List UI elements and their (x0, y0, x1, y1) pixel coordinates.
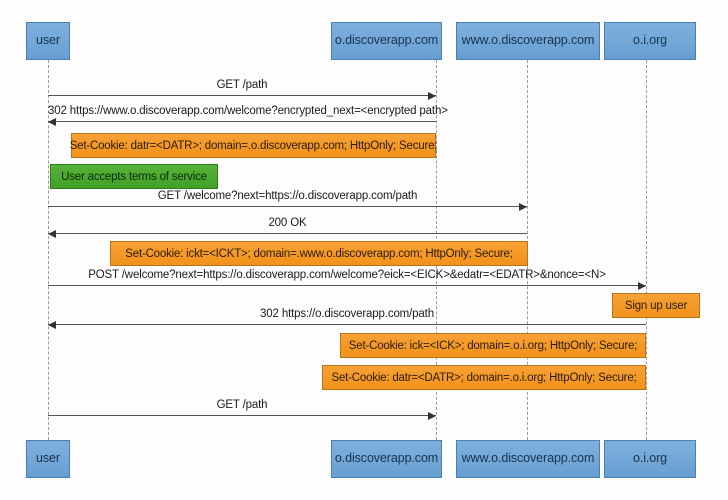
sequence-diagram-canvas: user o.discoverapp.com www.o.discoverapp.c… (0, 0, 728, 500)
note-n2[interactable]: User accepts terms of service (50, 164, 218, 189)
arrowhead-m7 (428, 411, 436, 420)
actor-label: user (36, 451, 60, 466)
message-label-m7: GET /path (216, 399, 268, 411)
note-n4[interactable]: Sign up user (612, 293, 700, 318)
message-label-m2: 302 https://www.o.discoverapp.com/welcom… (48, 105, 448, 117)
note-label: Set-Cookie: ickt=<ICKT>; domain=.www.o.d… (125, 247, 513, 260)
actor-box-top-user[interactable]: user (26, 22, 70, 60)
note-n5[interactable]: Set-Cookie: ick=<ICK>; domain=.o.i.org; … (340, 333, 646, 358)
actor-box-top-odis[interactable]: o.discoverapp.com (331, 22, 442, 60)
actor-label: o.i.org (632, 33, 668, 48)
note-label: Set-Cookie: datr=<DATR>; domain=.o.disco… (69, 139, 438, 152)
message-label-m4: 200 OK (268, 217, 307, 229)
note-n6[interactable]: Set-Cookie: datr=<DATR>; domain=.o.i.org… (322, 365, 646, 390)
message-line-m4 (48, 233, 527, 234)
actor-label: www.o.discoverapp.com (461, 33, 595, 48)
actor-label: o.i.org (632, 451, 668, 466)
message-label-m5: POST /welcome?next=https://o.discoverapp… (88, 269, 606, 281)
actor-box-bottom-odis[interactable]: o.discoverapp.com (331, 440, 442, 478)
arrowhead-m4 (48, 229, 56, 238)
message-label-m1: GET /path (216, 79, 268, 91)
actor-box-bottom-wwwdis[interactable]: www.o.discoverapp.com (456, 440, 600, 478)
message-label-m6: 302 https://o.discoverapp.com/path (260, 308, 434, 320)
actor-label: user (36, 33, 60, 48)
arrowhead-m3 (519, 202, 527, 211)
message-line-m3 (48, 206, 527, 207)
arrowhead-m2 (48, 117, 56, 126)
note-label: Set-Cookie: ick=<ICK>; domain=.o.i.org; … (348, 339, 638, 352)
actor-box-bottom-oiorg[interactable]: o.i.org (604, 440, 696, 478)
actor-box-top-wwwdis[interactable]: www.o.discoverapp.com (456, 22, 600, 60)
actor-box-top-oiorg[interactable]: o.i.org (604, 22, 696, 60)
arrowhead-m5 (638, 281, 646, 290)
message-line-m2 (48, 121, 436, 122)
note-label: Set-Cookie: datr=<DATR>; domain=.o.i.org… (331, 371, 637, 384)
actor-label: www.o.discoverapp.com (461, 451, 595, 466)
message-line-m7 (48, 415, 436, 416)
message-label-m3: GET /welcome?next=https://o.discoverapp.… (157, 190, 418, 202)
message-line-m5 (48, 285, 646, 286)
actor-label: o.discoverapp.com (334, 451, 439, 466)
arrowhead-m1 (428, 91, 436, 100)
note-n1[interactable]: Set-Cookie: datr=<DATR>; domain=.o.disco… (69, 133, 438, 158)
note-label: Sign up user (624, 299, 688, 312)
message-line-m1 (48, 95, 436, 96)
message-line-m6 (48, 324, 646, 325)
actor-box-bottom-user[interactable]: user (26, 440, 70, 478)
lifeline-oiorg (646, 60, 647, 440)
note-n3[interactable]: Set-Cookie: ickt=<ICKT>; domain=.www.o.d… (110, 241, 528, 266)
note-label: User accepts terms of service (61, 170, 207, 183)
actor-label: o.discoverapp.com (334, 33, 439, 48)
arrowhead-m6 (48, 320, 56, 329)
